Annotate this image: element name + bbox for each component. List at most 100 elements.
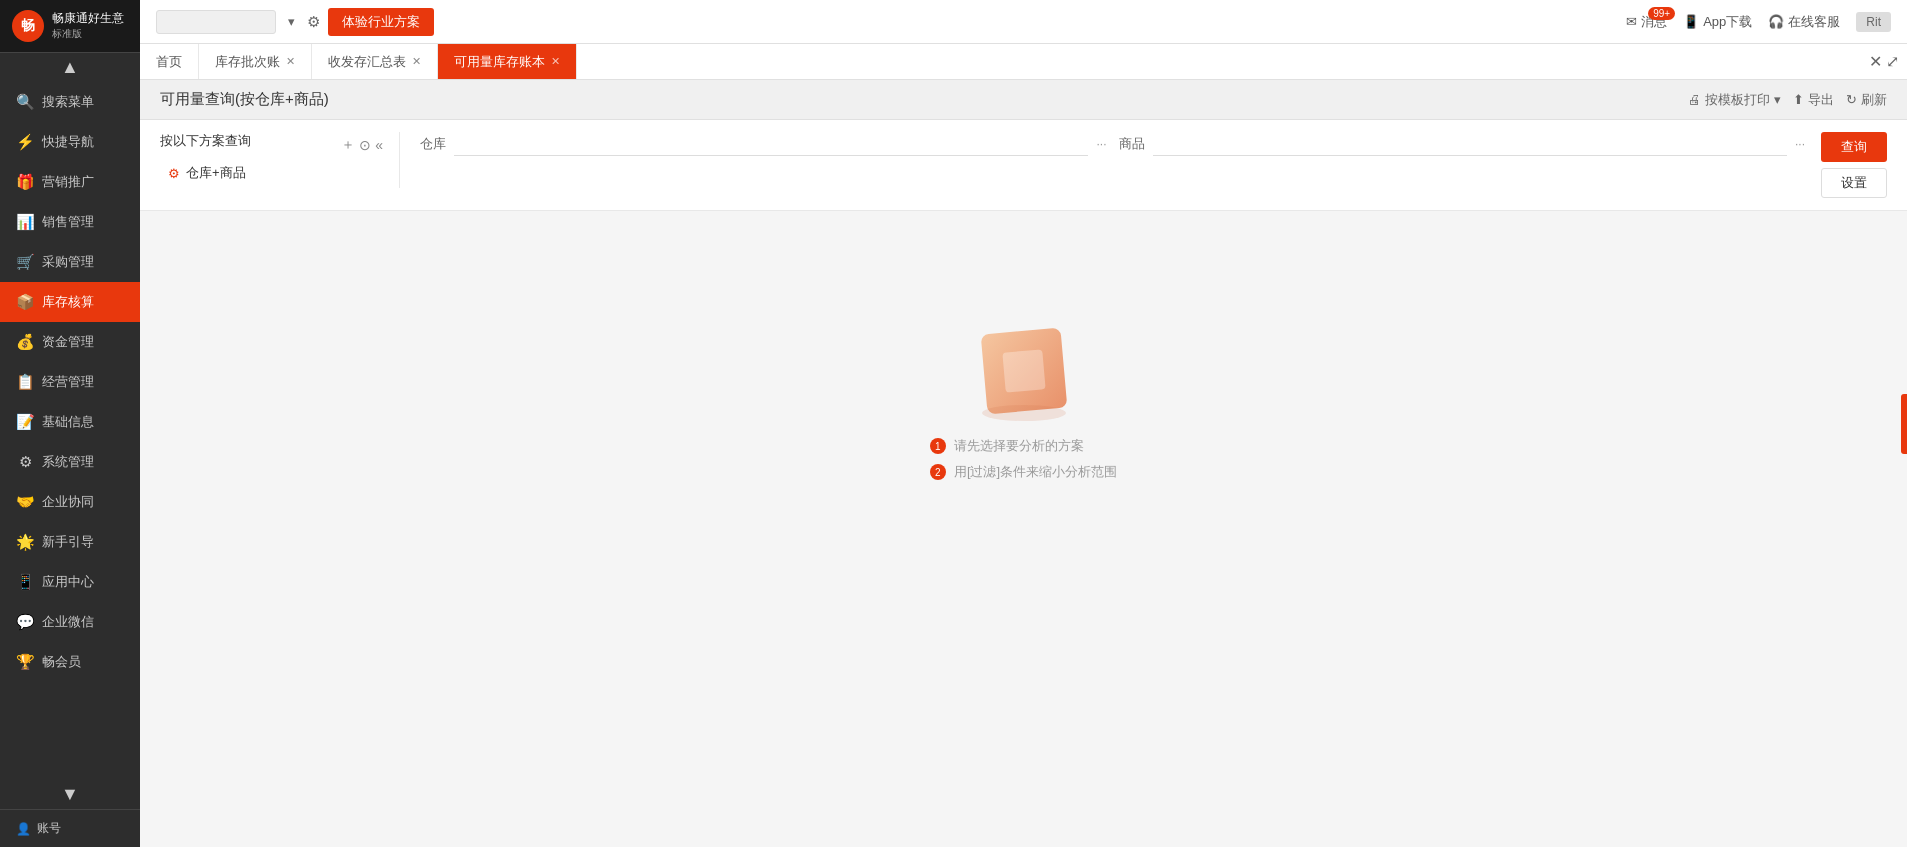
- tab-batch-close[interactable]: ✕: [286, 55, 295, 68]
- goods-input[interactable]: [1153, 132, 1787, 156]
- top-gear-icon[interactable]: ⚙: [307, 13, 320, 31]
- tab-summary[interactable]: 收发存汇总表 ✕: [312, 44, 438, 79]
- sidebar-sales-label: 销售管理: [42, 213, 94, 231]
- filter-row-warehouse: 仓库 ··· 商品 ···: [420, 132, 1805, 156]
- export-btn[interactable]: ⬆ 导出: [1793, 91, 1834, 109]
- sidebar-bottom-user[interactable]: 👤 账号: [0, 809, 140, 847]
- sidebar-item-cooperation[interactable]: 🤝 企业协同: [0, 482, 140, 522]
- sidebar-cooperation-icon: 🤝: [16, 493, 34, 511]
- filter-field-warehouse: 仓库 ···: [420, 132, 1107, 156]
- warehouse-input[interactable]: [454, 132, 1088, 156]
- sidebar-item-member[interactable]: 🏆 畅会员: [0, 642, 140, 682]
- user-label: 账号: [37, 820, 61, 837]
- sidebar-item-purchase[interactable]: 🛒 采购管理: [0, 242, 140, 282]
- tip-text-2: 用[过滤]条件来缩小分析范围: [954, 463, 1117, 481]
- sidebar-item-sales[interactable]: 📊 销售管理: [0, 202, 140, 242]
- sidebar-search-icon: 🔍: [16, 93, 34, 111]
- empty-icon: [974, 321, 1074, 421]
- sidebar-system-icon: ⚙: [16, 453, 34, 471]
- sidebar-item-basic[interactable]: 📝 基础信息: [0, 402, 140, 442]
- sidebar-item-inventory[interactable]: 📦 库存核算: [0, 282, 140, 322]
- tab-batch[interactable]: 库存批次账 ✕: [199, 44, 312, 79]
- export-icon: ⬆: [1793, 92, 1804, 107]
- sidebar-item-marketing[interactable]: 🎁 营销推广: [0, 162, 140, 202]
- tab-batch-label: 库存批次账: [215, 53, 280, 71]
- sidebar-guide-label: 新手引导: [42, 533, 94, 551]
- filter-fields-panel: 仓库 ··· 商品 ··· 查询: [400, 132, 1887, 198]
- tab-available[interactable]: 可用量库存账本 ✕: [438, 44, 577, 79]
- goods-field-label: 商品: [1119, 135, 1145, 153]
- tab-summary-close[interactable]: ✕: [412, 55, 421, 68]
- filter-settings-icon-btn[interactable]: ⊙: [359, 136, 371, 154]
- column-settings-btn[interactable]: 设置: [1821, 168, 1887, 198]
- app-edition: 标准版: [52, 27, 124, 41]
- sidebar-apps-icon: 📱: [16, 573, 34, 591]
- sidebar-item-search[interactable]: 🔍 搜索菜单: [0, 82, 140, 122]
- tab-available-close[interactable]: ✕: [551, 55, 560, 68]
- app-label: App下载: [1703, 13, 1752, 31]
- export-label: 导出: [1808, 91, 1834, 109]
- filter-scheme-warehouse-goods[interactable]: ⚙ 仓库+商品: [160, 158, 383, 188]
- warehouse-more-btn[interactable]: ···: [1096, 137, 1106, 151]
- goods-more-btn[interactable]: ···: [1795, 137, 1805, 151]
- query-btn[interactable]: 查询: [1821, 132, 1887, 162]
- scheme-icon: ⚙: [168, 166, 180, 181]
- filter-add-btn[interactable]: ＋: [341, 136, 355, 154]
- service-icon: 🎧: [1768, 14, 1784, 29]
- top-search-input[interactable]: [156, 10, 276, 34]
- trial-btn[interactable]: 体验行业方案: [328, 8, 434, 36]
- user-avatar[interactable]: Rit: [1856, 12, 1891, 32]
- sidebar-finance-icon: 💰: [16, 333, 34, 351]
- filter-btn-row: 查询 设置: [1813, 132, 1887, 198]
- msg-btn[interactable]: ✉ 消息 99+: [1626, 13, 1667, 31]
- filter-label-row: 按以下方案查询 ＋ ⊙ «: [160, 132, 383, 158]
- page-content: 可用量查询(按仓库+商品) 🖨 按模板打印 ▾ ⬆ 导出 ↻ 刷新: [140, 80, 1907, 847]
- sidebar-inventory-icon: 📦: [16, 293, 34, 311]
- sidebar-item-operations[interactable]: 📋 经营管理: [0, 362, 140, 402]
- print-icon: 🖨: [1688, 92, 1701, 107]
- tip-text-1: 请先选择要分析的方案: [954, 437, 1084, 455]
- tab-window-actions: ✕ ⤢: [1861, 52, 1907, 71]
- app-logo: 畅: [12, 10, 44, 42]
- sidebar-item-apps[interactable]: 📱 应用中心: [0, 562, 140, 602]
- sidebar-item-system[interactable]: ⚙ 系统管理: [0, 442, 140, 482]
- sidebar-member-icon: 🏆: [16, 653, 34, 671]
- empty-box-inner: [1002, 349, 1045, 392]
- sidebar-item-guide[interactable]: 🌟 新手引导: [0, 522, 140, 562]
- filter-section-label: 按以下方案查询: [160, 132, 251, 150]
- sidebar-item-shortcuts[interactable]: ⚡ 快捷导航: [0, 122, 140, 162]
- empty-tip-2: 2 用[过滤]条件来缩小分析范围: [930, 463, 1117, 481]
- filter-actions: ＋ ⊙ «: [341, 136, 383, 154]
- tab-close-btn[interactable]: ✕: [1869, 52, 1882, 71]
- tip-num-2: 2: [930, 464, 946, 480]
- tab-home[interactable]: 首页: [140, 44, 199, 79]
- sidebar-search-label: 搜索菜单: [42, 93, 94, 111]
- sidebar-scroll-down[interactable]: ▼: [0, 780, 140, 809]
- sidebar-scroll-up[interactable]: ▲: [0, 53, 140, 82]
- online-service-btn[interactable]: 🎧 在线客服: [1768, 13, 1840, 31]
- tab-expand-btn[interactable]: ⤢: [1886, 52, 1899, 71]
- refresh-icon: ↻: [1846, 92, 1857, 107]
- warehouse-field-label: 仓库: [420, 135, 446, 153]
- sidebar-operations-icon: 📋: [16, 373, 34, 391]
- sidebar-item-finance[interactable]: 💰 资金管理: [0, 322, 140, 362]
- page-header-actions: 🖨 按模板打印 ▾ ⬆ 导出 ↻ 刷新: [1688, 91, 1887, 109]
- sidebar-wechat-label: 企业微信: [42, 613, 94, 631]
- empty-box-shadow: [982, 405, 1066, 421]
- app-download-btn[interactable]: 📱 App下载: [1683, 13, 1752, 31]
- sidebar-wechat-icon: 💬: [16, 613, 34, 631]
- right-edge-handle[interactable]: [1901, 394, 1907, 454]
- refresh-btn[interactable]: ↻ 刷新: [1846, 91, 1887, 109]
- sidebar-system-label: 系统管理: [42, 453, 94, 471]
- sidebar-shortcuts-icon: ⚡: [16, 133, 34, 151]
- print-btn[interactable]: 🖨 按模板打印 ▾: [1688, 91, 1781, 109]
- sidebar-shortcuts-label: 快捷导航: [42, 133, 94, 151]
- sidebar-marketing-label: 营销推广: [42, 173, 94, 191]
- sidebar-cooperation-label: 企业协同: [42, 493, 94, 511]
- sidebar-guide-icon: 🌟: [16, 533, 34, 551]
- top-search-dropdown[interactable]: ▾: [284, 14, 299, 29]
- tip-num-1: 1: [930, 438, 946, 454]
- sidebar: 畅 畅康通好生意 标准版 ▲ 🔍 搜索菜单 ⚡ 快捷导航 🎁 营销推广 📊 销售…: [0, 0, 140, 847]
- sidebar-item-wechat[interactable]: 💬 企业微信: [0, 602, 140, 642]
- filter-collapse-btn[interactable]: «: [375, 136, 383, 154]
